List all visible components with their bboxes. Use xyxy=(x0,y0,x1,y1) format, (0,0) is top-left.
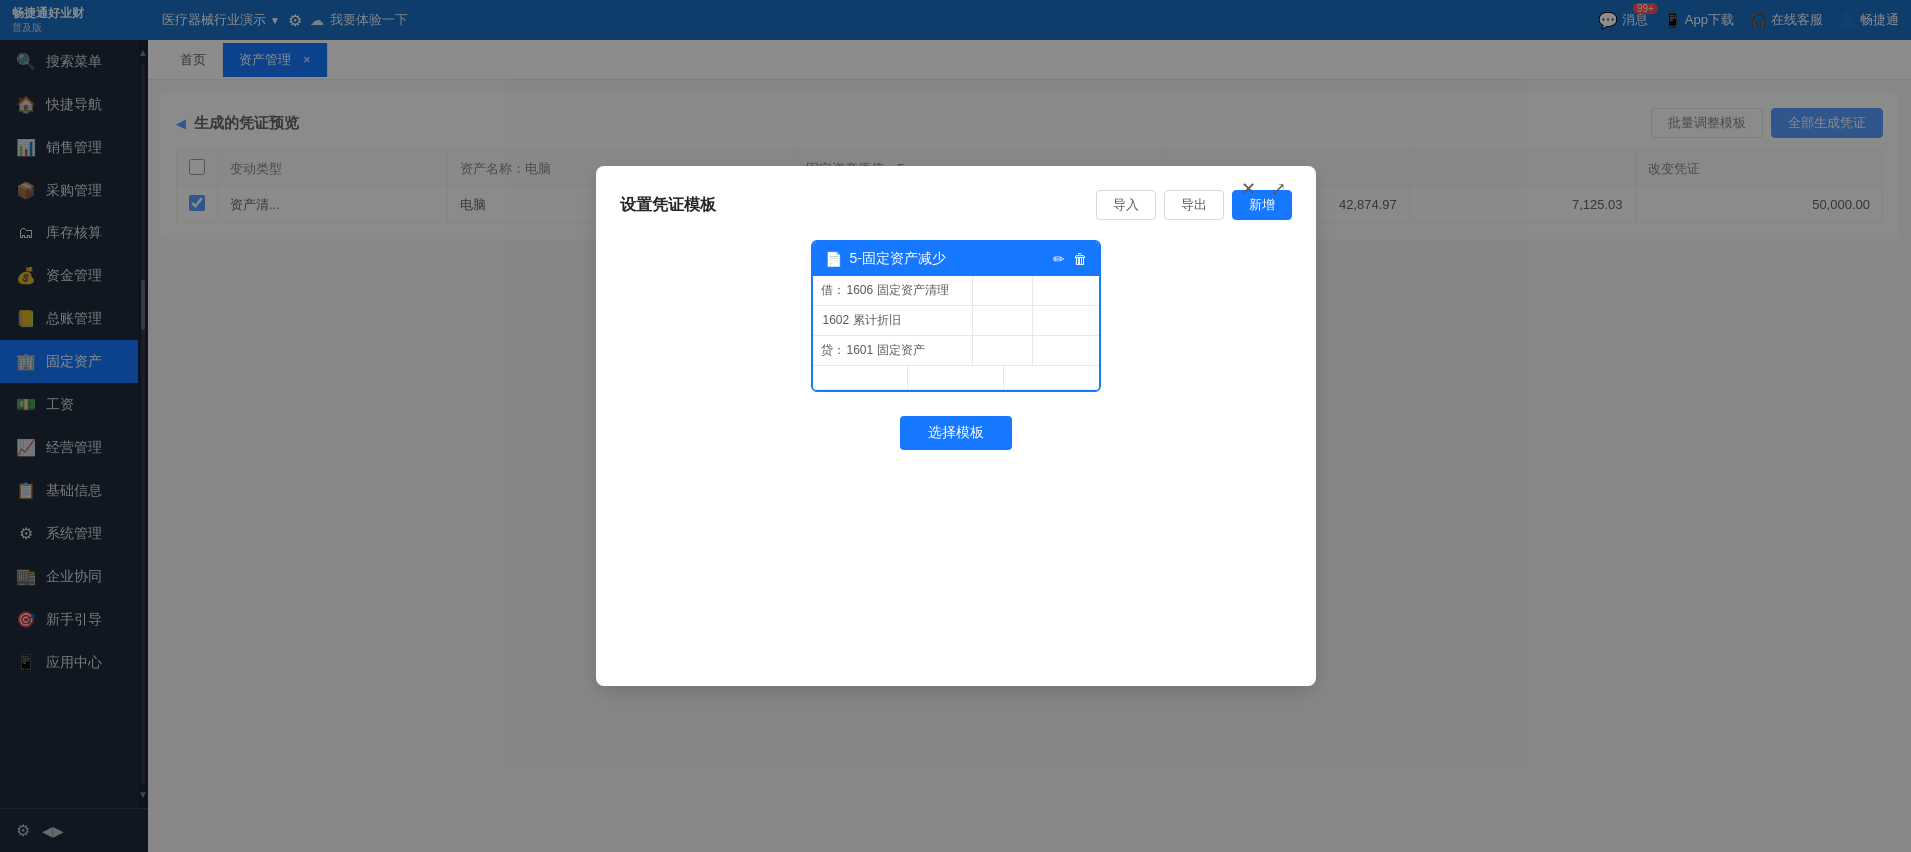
template-edit-icon[interactable]: ✏ xyxy=(1053,251,1065,267)
template-cell-label: 1602 累计折旧 xyxy=(813,306,973,335)
template-name: 5-固定资产减少 xyxy=(850,250,946,268)
template-cell-debit xyxy=(973,336,1033,365)
template-cell-debit xyxy=(973,276,1033,305)
template-doc-icon: 📄 xyxy=(825,251,842,267)
template-cell-debit xyxy=(973,306,1033,335)
template-entry-row: 贷：1601 固定资产 xyxy=(813,336,1099,366)
import-btn[interactable]: 导入 xyxy=(1096,190,1156,220)
modal-title: 设置凭证模板 xyxy=(620,195,716,216)
template-cell-credit xyxy=(1033,336,1093,365)
page-content: ◀ 生成的凭证预览 批量调整模板 全部生成凭证 变动类型 资产名称：电 xyxy=(148,80,1911,852)
overlay-close-btn[interactable]: ✕ xyxy=(1241,178,1256,200)
export-btn[interactable]: 导出 xyxy=(1164,190,1224,220)
modal: ✕ ⤢ 设置凭证模板 导入 导出 新增 xyxy=(596,166,1316,686)
modal-header-actions: 导入 导出 新增 xyxy=(1096,190,1292,220)
template-cell-credit xyxy=(1033,306,1093,335)
template-cell-label: 贷：1601 固定资产 xyxy=(813,336,973,365)
template-card: 📄 5-固定资产减少 ✏ 🗑 借：1 xyxy=(811,240,1101,392)
template-cell-label: 借：1606 固定资产清理 xyxy=(813,276,973,305)
template-cell-credit xyxy=(1033,276,1093,305)
template-entry-row: 1602 累计折旧 xyxy=(813,306,1099,336)
overlay-maximize-btn[interactable]: ⤢ xyxy=(1271,178,1286,200)
template-entry-row: 借：1606 固定资产清理 xyxy=(813,276,1099,306)
template-card-header: 📄 5-固定资产减少 ✏ 🗑 xyxy=(813,242,1099,276)
template-empty-row xyxy=(813,366,1099,390)
template-body: 借：1606 固定资产清理 1602 累计折旧 贷：1601 固定资产 xyxy=(813,276,1099,390)
modal-header: 设置凭证模板 导入 导出 新增 xyxy=(620,190,1292,220)
template-delete-icon[interactable]: 🗑 xyxy=(1073,251,1087,267)
modal-overlay: ✕ ⤢ 设置凭证模板 导入 导出 新增 xyxy=(148,80,1911,852)
content-area: 首页 资产管理 × ◀ 生成的凭证预览 批量调整模板 全部生成凭证 xyxy=(148,40,1911,852)
select-template-btn[interactable]: 选择模板 xyxy=(900,416,1012,450)
